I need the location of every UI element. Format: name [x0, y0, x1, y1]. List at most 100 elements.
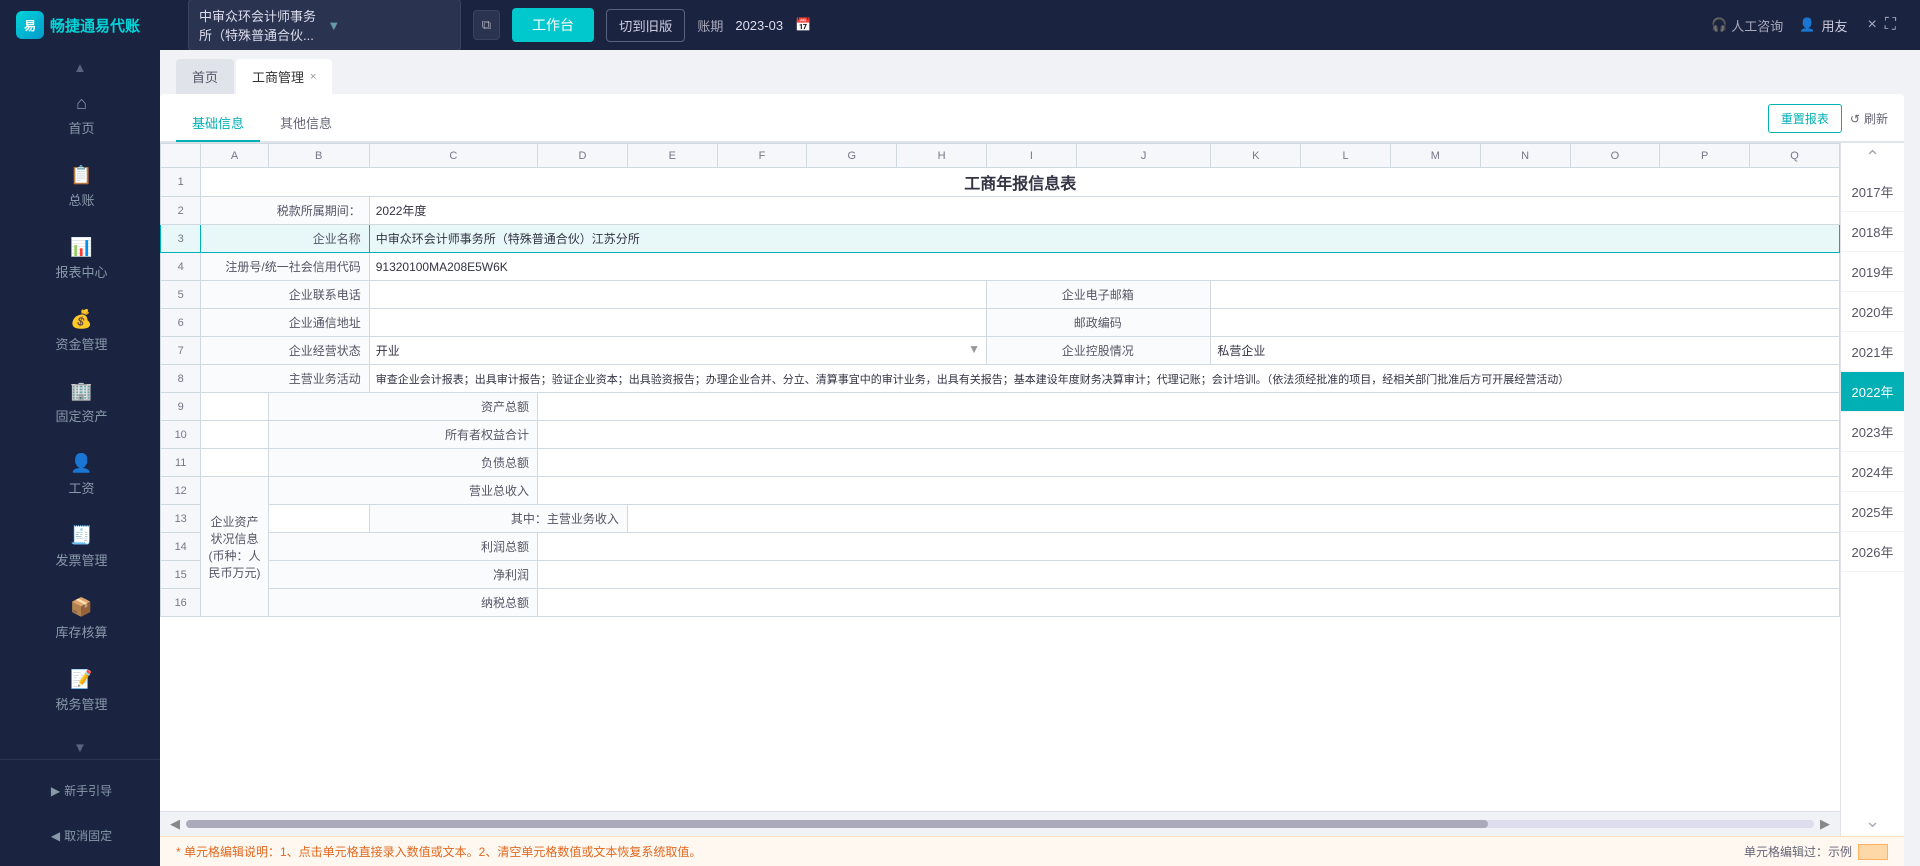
sidebar-item-invoice[interactable]: 🧾 发票管理 [0, 511, 160, 583]
sidebar-item-reports[interactable]: 📊 报表中心 [0, 223, 160, 295]
col-header-q[interactable]: Q [1750, 144, 1840, 168]
refresh-icon: ↺ [1850, 112, 1860, 126]
refresh-button[interactable]: ↺ 刷新 [1850, 110, 1888, 127]
table-row: 12 企业资产状况信息(币种：人民币万元) 营业总收入 [161, 477, 1840, 505]
row16-value[interactable] [538, 589, 1840, 617]
sidebar-item-assets[interactable]: 🏢 固定资产 [0, 367, 160, 439]
row2-value[interactable]: 2022年度 [369, 197, 1839, 225]
sidebar-item-tax[interactable]: 📝 税务管理 [0, 655, 160, 727]
expand-icon[interactable]: ⛶ [1885, 16, 1896, 34]
sidebar-item-pin[interactable]: ◀ 取消固定 [0, 813, 160, 858]
row-num-9: 9 [161, 393, 201, 421]
switch-version-button[interactable]: 切到旧版 [606, 9, 685, 42]
sidebar-item-salary[interactable]: 👤 工资 [0, 439, 160, 511]
row9-label: 资产总额 [268, 393, 537, 421]
col-header-m[interactable]: M [1390, 144, 1480, 168]
row9-value[interactable] [538, 393, 1840, 421]
sidebar-scroll-down-button[interactable]: ▼ [0, 736, 160, 759]
year-item-2017[interactable]: 2017年 [1841, 172, 1904, 212]
row5-value2[interactable] [1211, 281, 1840, 309]
row13-value[interactable] [627, 505, 1839, 533]
row14-value[interactable] [538, 533, 1840, 561]
col-header-b[interactable]: B [268, 144, 369, 168]
calendar-icon[interactable]: 📅 [795, 17, 811, 33]
row3-label: 企业名称 [201, 225, 369, 253]
row11-value[interactable] [538, 449, 1840, 477]
row8-value[interactable]: 审查企业会计报表；出具审计报告；验证企业资本；出具验资报告；办理企业合并、分立、… [369, 365, 1839, 393]
col-header-l[interactable]: L [1301, 144, 1391, 168]
bottom-bar: * 单元格编辑说明：1、点击单元格直接录入数值或文本。2、清空单元格数值或文本恢… [160, 836, 1904, 866]
col-header-d[interactable]: D [538, 144, 628, 168]
col-header-e[interactable]: E [627, 144, 717, 168]
tax-icon: 📝 [70, 669, 92, 690]
year-item-2024[interactable]: 2024年 [1841, 452, 1904, 492]
copy-button[interactable]: ⧉ [473, 10, 500, 40]
row3-value[interactable]: 中审众环会计师事务所（特殊普通合伙）江苏分所 [369, 225, 1839, 253]
sub-tab-actions: 重置报表 ↺ 刷新 [1768, 104, 1888, 141]
sidebar-scroll-up-button[interactable]: ▲ [0, 56, 160, 79]
row10-value[interactable] [538, 421, 1840, 449]
row6-value2[interactable] [1211, 309, 1840, 337]
scroll-left-icon[interactable]: ◀ [164, 814, 186, 834]
sidebar-item-ledger[interactable]: 📋 总账 [0, 151, 160, 223]
col-header-h[interactable]: H [897, 144, 987, 168]
main-layout: ▲ ⌂ 首页 📋 总账 📊 报表中心 💰 资金管理 🏢 固定资产 [0, 50, 1920, 866]
tab-close-icon[interactable]: × [310, 71, 316, 83]
col-header-a[interactable]: A [201, 144, 268, 168]
spreadsheet-container[interactable]: A B C D E F G H I J [160, 143, 1840, 811]
col-header-j[interactable]: J [1076, 144, 1211, 168]
col-header-k[interactable]: K [1211, 144, 1301, 168]
row12-value[interactable] [538, 477, 1840, 505]
table-row: 8 主营业务活动 审查企业会计报表；出具审计报告；验证企业资本；出具验资报告；办… [161, 365, 1840, 393]
sidebar-item-home[interactable]: ⌂ 首页 [0, 79, 160, 151]
sidebar-item-close[interactable]: 🔒 结账 [0, 727, 160, 736]
sidebar-item-finance[interactable]: 💰 资金管理 [0, 295, 160, 367]
horizontal-scrollbar[interactable]: ◀ ▶ [160, 811, 1840, 836]
chevron-down-icon: ▼ [327, 18, 449, 33]
sub-tab-bar: 基础信息 其他信息 重置报表 ↺ 刷新 [160, 94, 1904, 143]
row7-value1[interactable]: 开业 ▼ [369, 337, 986, 365]
row6-value1[interactable] [369, 309, 986, 337]
scroll-right-icon[interactable]: ▶ [1814, 814, 1836, 834]
year-scroll-down-button[interactable]: ⌄ [1841, 807, 1904, 836]
col-header-o[interactable]: O [1570, 144, 1660, 168]
year-item-2026[interactable]: 2026年 [1841, 532, 1904, 572]
row-num-8: 8 [161, 365, 201, 393]
user-name: 用友 [1821, 16, 1847, 35]
year-item-2023[interactable]: 2023年 [1841, 412, 1904, 452]
company-selector[interactable]: 中审众环会计师事务所（特殊普通合伙... ▼ [188, 0, 461, 51]
sheet-title[interactable]: 工商年报信息表 [201, 168, 1840, 197]
tab-business[interactable]: 工商管理 × [236, 59, 332, 94]
year-item-2018[interactable]: 2018年 [1841, 212, 1904, 252]
tab-home[interactable]: 首页 [176, 59, 234, 94]
bottom-note: * 单元格编辑说明：1、点击单元格直接录入数值或文本。2、清空单元格数值或文本恢… [176, 843, 701, 860]
workbench-button[interactable]: 工作台 [512, 8, 594, 42]
year-item-2022[interactable]: 2022年 [1841, 372, 1904, 412]
row15-value[interactable] [538, 561, 1840, 589]
col-header-c[interactable]: C [369, 144, 537, 168]
sub-tab-other[interactable]: 其他信息 [264, 105, 348, 142]
support-button[interactable]: 🎧 人工咨询 [1711, 16, 1783, 35]
col-header-i[interactable]: I [986, 144, 1076, 168]
sidebar-item-inventory[interactable]: 📦 库存核算 [0, 583, 160, 655]
row4-value[interactable]: 91320100MA208E5W6K [369, 253, 1839, 281]
close-icon[interactable]: × [1867, 16, 1876, 34]
row11-label: 负债总额 [268, 449, 537, 477]
row5-value1[interactable] [369, 281, 986, 309]
sub-tab-other-label: 其他信息 [280, 116, 332, 131]
sidebar-item-newhand[interactable]: ▶ 新手引导 [0, 768, 160, 813]
col-header-f[interactable]: F [717, 144, 807, 168]
year-item-2019[interactable]: 2019年 [1841, 252, 1904, 292]
col-header-g[interactable]: G [807, 144, 897, 168]
sub-tab-basic[interactable]: 基础信息 [176, 105, 260, 142]
year-item-2020[interactable]: 2020年 [1841, 292, 1904, 332]
row7-value2[interactable]: 私营企业 [1211, 337, 1840, 365]
year-scroll-up-button[interactable]: ⌃ [1841, 143, 1904, 172]
year-item-2021[interactable]: 2021年 [1841, 332, 1904, 372]
reset-report-button[interactable]: 重置报表 [1768, 104, 1842, 133]
user-button[interactable]: 👤 用友 [1799, 16, 1847, 35]
col-header-n[interactable]: N [1480, 144, 1570, 168]
year-item-2025[interactable]: 2025年 [1841, 492, 1904, 532]
copy-icon: ⧉ [482, 17, 491, 32]
col-header-p[interactable]: P [1660, 144, 1750, 168]
